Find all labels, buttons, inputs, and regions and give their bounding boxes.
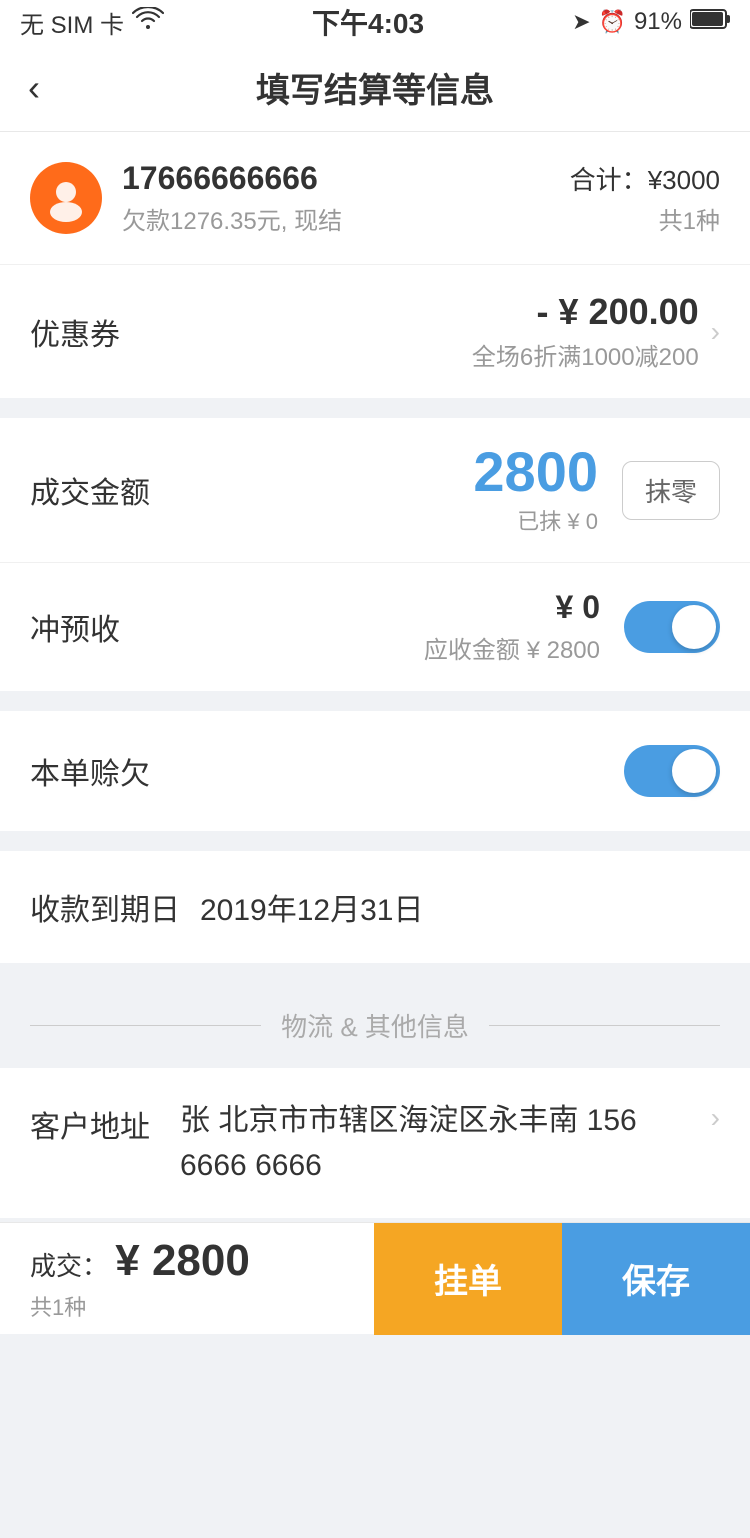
logistics-line-left	[30, 1025, 261, 1026]
coupon-right: - ¥ 200.00 全场6折满1000减200 ›	[472, 291, 720, 372]
alarm-icon: ⏰	[599, 9, 626, 35]
coupon-info: - ¥ 200.00 全场6折满1000减200	[472, 291, 699, 372]
deal-row: 成交金额 2800 已抹 ¥ 0 抹零	[0, 418, 750, 562]
hold-button[interactable]: 挂单	[374, 1223, 562, 1335]
bottom-amount: ¥ 2800	[115, 1236, 250, 1285]
total-label: 合计：¥3000	[570, 160, 720, 197]
customer-left: 17666666666 欠款1276.35元, 现结	[30, 160, 342, 236]
page-title: 填写结算等信息	[256, 63, 494, 112]
prereceive-value: ¥ 0	[424, 589, 600, 626]
address-value: 张 北京市市辖区海淀区永丰南 156 6666 6666	[180, 1098, 695, 1188]
customer-total: 合计：¥3000 共1种	[570, 160, 720, 236]
status-bar: 无 SIM 卡 下午4:03 ➤ ⏰ 91%	[0, 0, 750, 44]
prereceive-sub: 应收金额 ¥ 2800	[424, 630, 600, 665]
location-icon: ➤	[572, 9, 590, 35]
address-row[interactable]: 客户地址 张 北京市市辖区海淀区永丰南 156 6666 6666 ›	[0, 1068, 750, 1218]
customer-info: 17666666666 欠款1276.35元, 现结	[122, 160, 342, 236]
duedate-label: 收款到期日	[30, 885, 180, 929]
sim-status: 无 SIM 卡	[20, 5, 124, 40]
nav-bar: ‹ 填写结算等信息	[0, 44, 750, 132]
coupon-row[interactable]: 优惠券 - ¥ 200.00 全场6折满1000减200 ›	[0, 264, 750, 398]
bottom-bar: 成交： ¥ 2800 共1种 挂单 保存	[0, 1222, 750, 1334]
logistics-line-right	[489, 1025, 720, 1026]
bottom-count: 共1种	[30, 1290, 344, 1322]
status-right: ➤ ⏰ 91%	[572, 8, 730, 37]
chevron-right-icon: ›	[711, 316, 720, 348]
prereceive-right: ¥ 0 应收金额 ¥ 2800	[424, 589, 720, 665]
prereceive-amounts: ¥ 0 应收金额 ¥ 2800	[424, 589, 600, 665]
wifi-icon	[132, 7, 164, 38]
debt-row: 本单赊欠	[0, 711, 750, 831]
prereceive-label: 冲预收	[30, 605, 120, 649]
address-chevron-icon: ›	[711, 1098, 720, 1134]
customer-phone: 17666666666	[122, 160, 342, 197]
deal-section: 成交金额 2800 已抹 ¥ 0 抹零 冲预收 ¥ 0 应收金额 ¥ 2800	[0, 418, 750, 691]
coupon-amount: - ¥ 200.00	[472, 291, 699, 333]
deal-right: 2800 已抹 ¥ 0 抹零	[473, 444, 720, 536]
total-count: 共1种	[570, 201, 720, 236]
coupon-desc: 全场6折满1000减200	[472, 337, 699, 372]
customer-row: 17666666666 欠款1276.35元, 现结 合计：¥3000 共1种	[0, 132, 750, 264]
logistics-text: 物流 & 其他信息	[281, 1007, 469, 1044]
coupon-label: 优惠券	[30, 310, 120, 354]
battery-icon	[690, 8, 730, 37]
logistics-divider: 物流 & 其他信息	[0, 983, 750, 1068]
bottom-deal-label: 成交： ¥ 2800	[30, 1236, 344, 1286]
customer-sub: 欠款1276.35元, 现结	[122, 201, 342, 236]
deal-amount: 2800	[473, 444, 598, 500]
debt-toggle-knob	[672, 749, 716, 793]
address-label: 客户地址	[30, 1098, 150, 1146]
save-button[interactable]: 保存	[562, 1223, 750, 1335]
status-left: 无 SIM 卡	[20, 5, 164, 40]
back-button[interactable]: ‹	[28, 67, 40, 109]
deal-label: 成交金额	[30, 468, 150, 512]
prereceive-row: 冲预收 ¥ 0 应收金额 ¥ 2800	[0, 562, 750, 691]
deal-amount-wrapper: 2800 已抹 ¥ 0	[473, 444, 598, 536]
status-time: 下午4:03	[312, 2, 424, 42]
duedate-value: 2019年12月31日	[200, 885, 423, 929]
customer-card: 17666666666 欠款1276.35元, 现结 合计：¥3000 共1种 …	[0, 132, 750, 398]
prereceive-toggle[interactable]	[624, 601, 720, 653]
toggle-knob	[672, 605, 716, 649]
debt-toggle[interactable]	[624, 745, 720, 797]
deal-sub: 已抹 ¥ 0	[473, 504, 598, 536]
duedate-row: 收款到期日 2019年12月31日	[0, 851, 750, 963]
avatar	[30, 162, 102, 234]
battery-text: 91%	[634, 8, 682, 36]
debt-label: 本单赊欠	[30, 749, 150, 793]
total-value: ¥3000	[648, 165, 720, 195]
bottom-summary: 成交： ¥ 2800 共1种	[0, 1236, 374, 1322]
round-button[interactable]: 抹零	[622, 461, 720, 520]
